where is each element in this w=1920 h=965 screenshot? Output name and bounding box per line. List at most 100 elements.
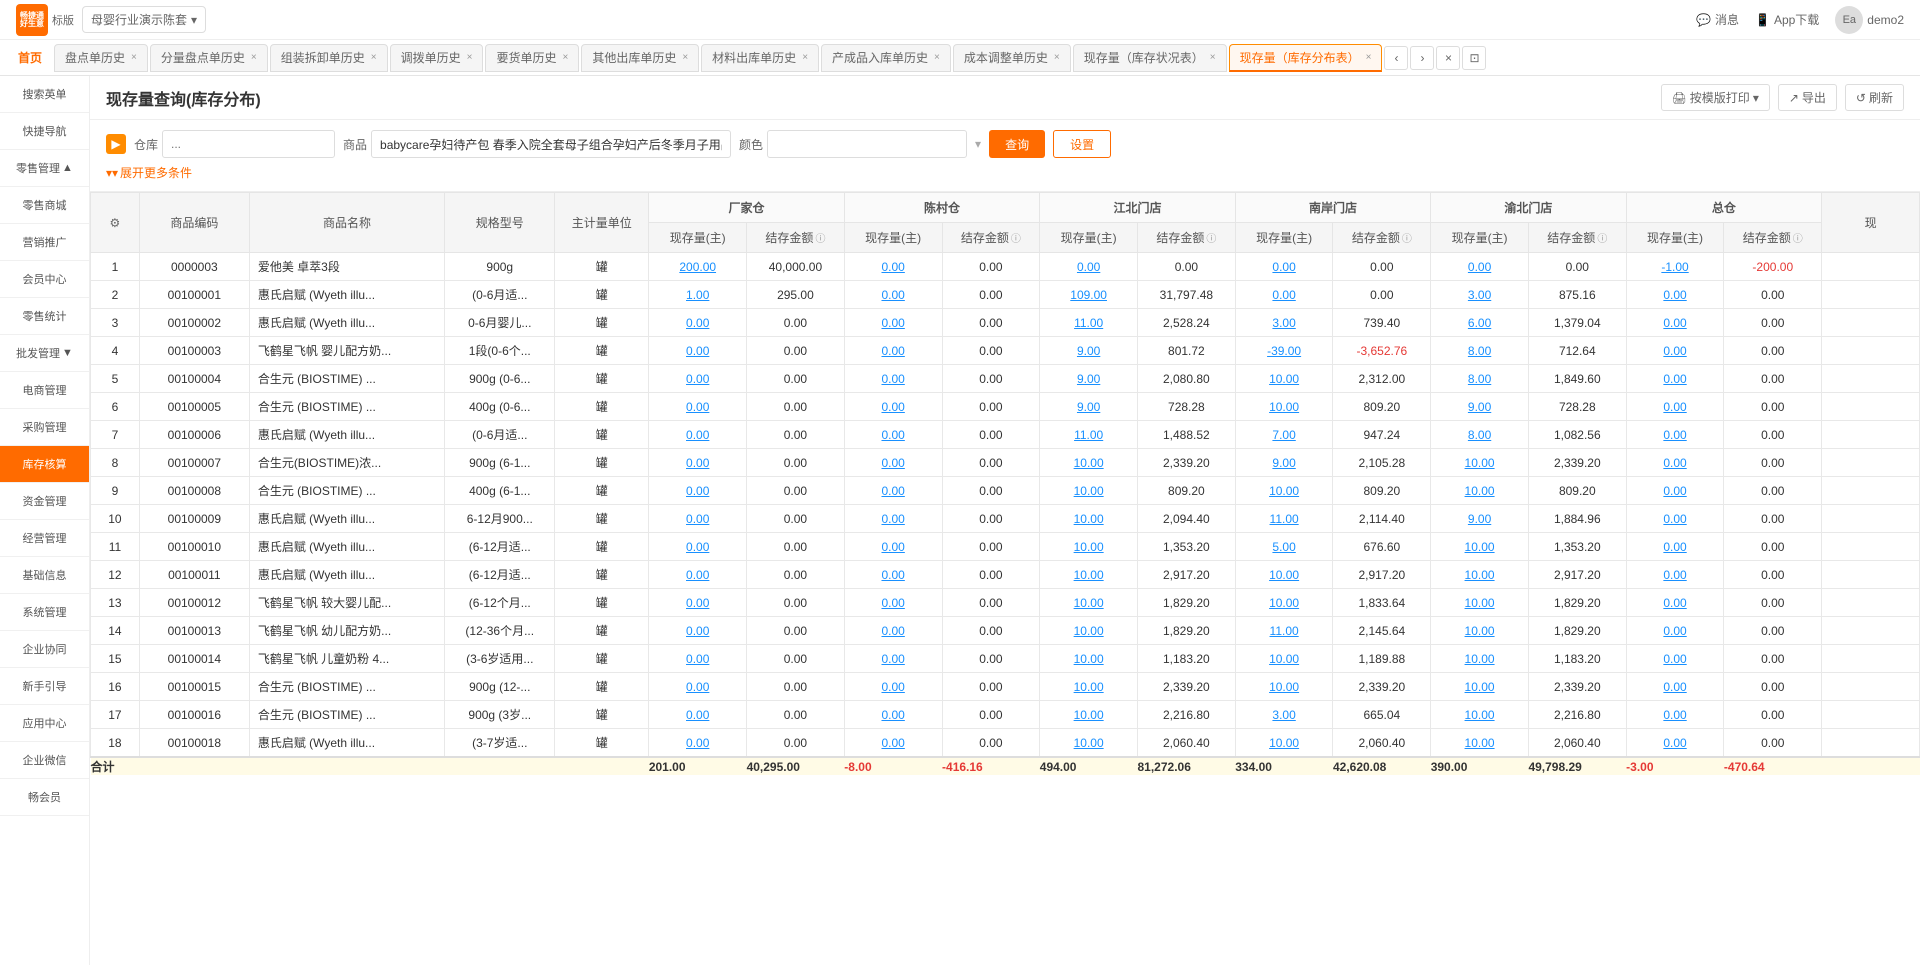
qty-link[interactable]: 200.00 — [679, 260, 716, 274]
tab-11-close[interactable]: × — [1366, 52, 1372, 63]
qty-link[interactable]: 3.00 — [1272, 708, 1295, 722]
tab-2-close[interactable]: × — [251, 52, 257, 63]
qty-link[interactable]: 0.00 — [1272, 260, 1295, 274]
sidebar-item-member[interactable]: 会员中心 — [0, 261, 89, 298]
qty-link[interactable]: 0.00 — [1663, 372, 1686, 386]
qty-link[interactable]: 8.00 — [1468, 344, 1491, 358]
qty-link[interactable]: 0.00 — [686, 316, 709, 330]
qty-link[interactable]: 0.00 — [686, 680, 709, 694]
qty-link[interactable]: 0.00 — [686, 540, 709, 554]
print-btn[interactable]: 🖨 按模版打印 ▾ — [1661, 84, 1770, 111]
warehouse-input[interactable] — [162, 130, 335, 158]
qty-link[interactable]: 0.00 — [686, 428, 709, 442]
qty-link[interactable]: 0.00 — [1663, 652, 1686, 666]
qty-link[interactable]: 9.00 — [1077, 400, 1100, 414]
gear-icon[interactable]: ⚙ — [110, 216, 121, 230]
qty-link[interactable]: 0.00 — [881, 484, 904, 498]
tab-home[interactable]: 首页 — [8, 44, 52, 72]
qty-link[interactable]: 7.00 — [1272, 428, 1295, 442]
sidebar-item-inventory[interactable]: 库存核算 — [0, 446, 89, 483]
tab-expand-btn[interactable]: ⊡ — [1462, 46, 1486, 70]
sidebar-item-system[interactable]: 系统管理 — [0, 594, 89, 631]
qty-link[interactable]: 8.00 — [1468, 372, 1491, 386]
qty-link[interactable]: 0.00 — [1663, 316, 1686, 330]
setting-btn[interactable]: 设置 — [1053, 130, 1111, 158]
tab-11[interactable]: 现存量（库存分布表） × — [1229, 44, 1383, 72]
qty-link[interactable]: 0.00 — [881, 372, 904, 386]
tab-5[interactable]: 要货单历史 × — [485, 44, 579, 72]
qty-link[interactable]: 10.00 — [1074, 652, 1104, 666]
qty-link[interactable]: 11.00 — [1074, 316, 1103, 330]
tab-9[interactable]: 成本调整单历史 × — [953, 44, 1071, 72]
app-download-action[interactable]: 📱 App下载 — [1755, 11, 1819, 28]
sidebar-item-retail-mgmt[interactable]: 零售管理▲ — [0, 150, 89, 187]
tab-1[interactable]: 盘点单历史 × — [54, 44, 148, 72]
tab-10-close[interactable]: × — [1210, 52, 1216, 63]
qty-link[interactable]: 11.00 — [1270, 624, 1299, 638]
table-container[interactable]: ⚙ 商品编码 商品名称 规格型号 主计量单位 厂家仓 陈村仓 江北门店 南岸门店… — [90, 192, 1920, 965]
qty-link[interactable]: 0.00 — [1663, 428, 1686, 442]
qty-link[interactable]: 0.00 — [881, 568, 904, 582]
qty-link[interactable]: 0.00 — [686, 400, 709, 414]
qty-link[interactable]: 10.00 — [1074, 736, 1104, 750]
refresh-btn[interactable]: ↺ 刷新 — [1845, 84, 1904, 111]
qty-link[interactable]: 9.00 — [1077, 344, 1100, 358]
qty-link[interactable]: 10.00 — [1465, 568, 1495, 582]
sidebar-item-operations[interactable]: 经营管理 — [0, 520, 89, 557]
qty-link[interactable]: 10.00 — [1074, 596, 1104, 610]
qty-link[interactable]: 0.00 — [686, 456, 709, 470]
tab-8-close[interactable]: × — [934, 52, 940, 63]
qty-link[interactable]: 0.00 — [686, 372, 709, 386]
qty-link[interactable]: 0.00 — [881, 316, 904, 330]
qty-link[interactable]: 11.00 — [1074, 428, 1103, 442]
qty-link[interactable]: 10.00 — [1465, 680, 1495, 694]
qty-link[interactable]: 0.00 — [1663, 624, 1686, 638]
tab-8[interactable]: 产成品入库单历史 × — [821, 44, 951, 72]
qty-link[interactable]: 0.00 — [881, 680, 904, 694]
tab-7-close[interactable]: × — [802, 52, 808, 63]
sidebar-item-wholesale-mgmt[interactable]: 批发管理▼ — [0, 335, 89, 372]
industry-selector[interactable]: 母婴行业演示陈套 ▾ — [82, 6, 206, 33]
tab-10[interactable]: 现存量（库存状况表） × — [1073, 44, 1227, 72]
sidebar-item-wecom[interactable]: 企业微信 — [0, 742, 89, 779]
qty-link[interactable]: 10.00 — [1465, 540, 1495, 554]
qty-link[interactable]: 10.00 — [1465, 736, 1495, 750]
sidebar-item-retail-stats[interactable]: 零售统计 — [0, 298, 89, 335]
user-profile[interactable]: Ea demo2 — [1835, 6, 1904, 34]
sidebar-item-finance[interactable]: 资金管理 — [0, 483, 89, 520]
qty-link[interactable]: 0.00 — [881, 428, 904, 442]
sidebar-item-collab[interactable]: 企业协同 — [0, 631, 89, 668]
qty-link[interactable]: 0.00 — [1663, 736, 1686, 750]
qty-link[interactable]: 0.00 — [1077, 260, 1100, 274]
tab-close-all-btn[interactable]: × — [1436, 46, 1460, 70]
qty-link[interactable]: 11.00 — [1270, 512, 1299, 526]
qty-link[interactable]: 9.00 — [1272, 456, 1295, 470]
qty-link[interactable]: 10.00 — [1465, 456, 1495, 470]
qty-link[interactable]: 10.00 — [1269, 736, 1299, 750]
qty-link[interactable]: 0.00 — [1663, 540, 1686, 554]
qty-link[interactable]: 0.00 — [686, 344, 709, 358]
qty-link[interactable]: 10.00 — [1074, 512, 1104, 526]
tab-prev-btn[interactable]: ‹ — [1384, 46, 1408, 70]
qty-link[interactable]: 10.00 — [1074, 540, 1104, 554]
qty-link[interactable]: 0.00 — [1663, 400, 1686, 414]
qty-link[interactable]: 10.00 — [1074, 708, 1104, 722]
sidebar-item-marketing[interactable]: 营销推广 — [0, 224, 89, 261]
qty-link[interactable]: -1.00 — [1661, 260, 1688, 274]
qty-link[interactable]: 9.00 — [1468, 400, 1491, 414]
qty-link[interactable]: 0.00 — [1468, 260, 1491, 274]
qty-link[interactable]: 10.00 — [1465, 624, 1495, 638]
qty-link[interactable]: 0.00 — [686, 568, 709, 582]
qty-link[interactable]: 0.00 — [1663, 680, 1686, 694]
qty-link[interactable]: 3.00 — [1468, 288, 1491, 302]
qty-link[interactable]: 0.00 — [1663, 456, 1686, 470]
qty-link[interactable]: 0.00 — [881, 736, 904, 750]
tab-6[interactable]: 其他出库单历史 × — [581, 44, 699, 72]
qty-link[interactable]: 10.00 — [1074, 624, 1104, 638]
qty-link[interactable]: 0.00 — [881, 708, 904, 722]
sidebar-item-appcenter[interactable]: 应用中心 — [0, 705, 89, 742]
tab-3-close[interactable]: × — [371, 52, 377, 63]
qty-link[interactable]: 10.00 — [1465, 596, 1495, 610]
qty-link[interactable]: 10.00 — [1465, 652, 1495, 666]
info-icon[interactable]: ⓘ — [1206, 234, 1216, 245]
